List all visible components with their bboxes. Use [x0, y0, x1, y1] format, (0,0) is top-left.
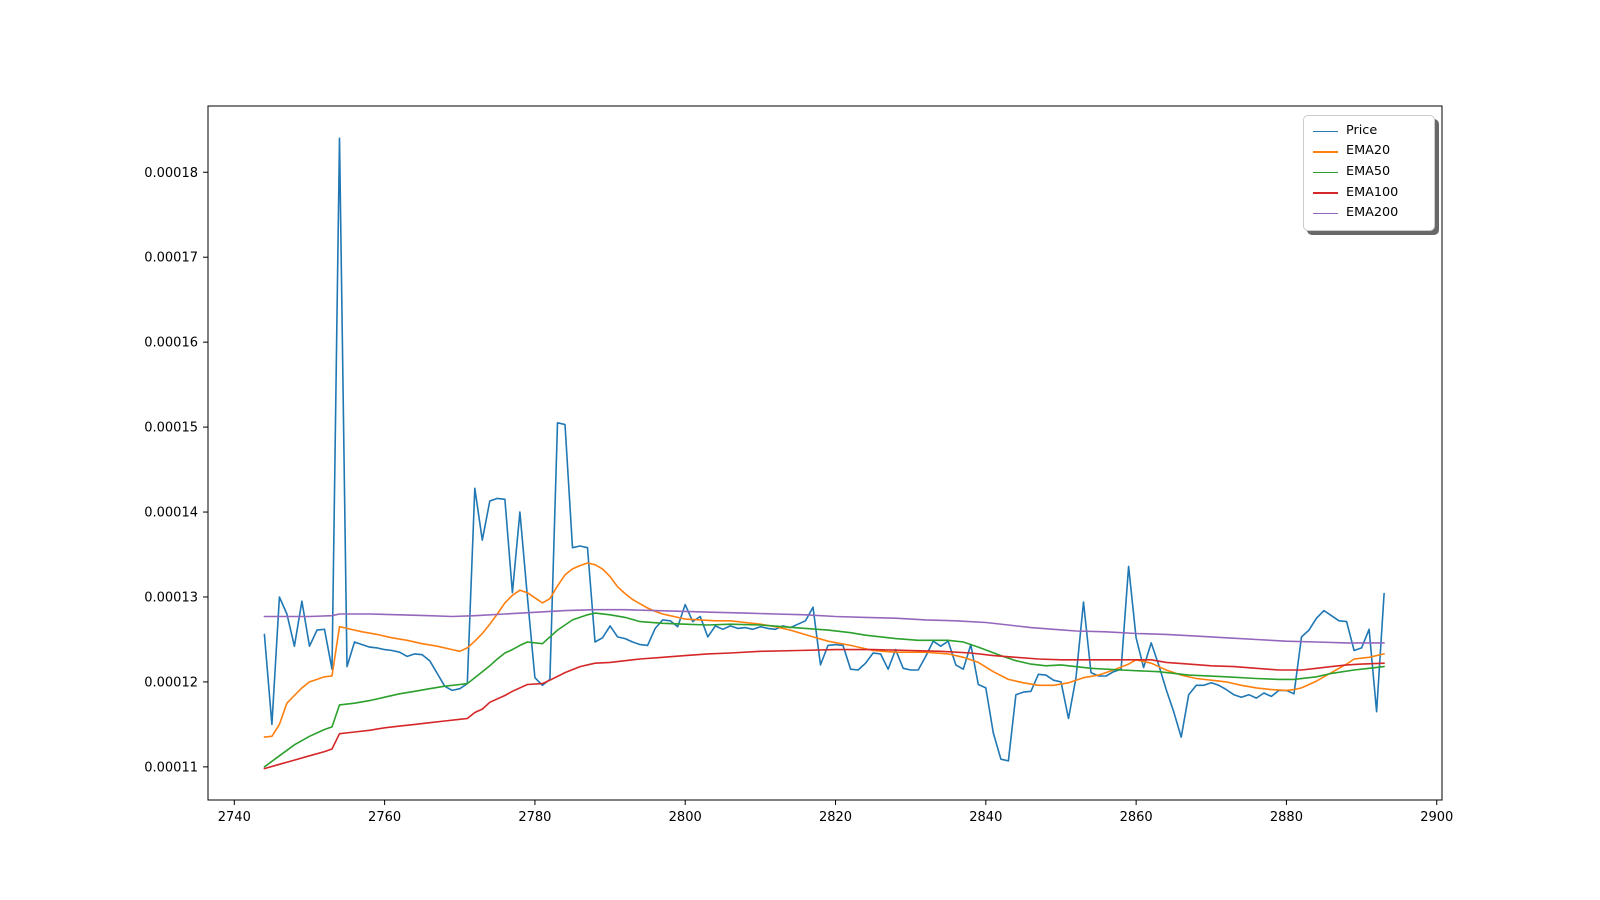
y-tick-label: 0.00017 [144, 251, 198, 266]
legend-swatch-ema100 [1313, 192, 1338, 194]
y-tick-label: 0.00011 [144, 760, 198, 775]
legend-item-ema200: EMA200 [1313, 203, 1426, 224]
legend-label-ema50: EMA50 [1346, 164, 1391, 180]
legend-label-ema100: EMA100 [1346, 184, 1399, 200]
x-tick-label: 2840 [969, 810, 1002, 825]
x-tick-label: 2800 [669, 810, 702, 825]
figure: 2740 2760 2780 2800 2820 2840 2860 2880 2900 0.00… [0, 0, 1600, 900]
x-tick-label: 2900 [1420, 810, 1453, 825]
x-tick-label: 2820 [819, 810, 852, 825]
y-tick-label: 0.00016 [144, 336, 198, 351]
series-line-ema100 [263, 648, 1385, 770]
y-tick-label: 0.00013 [144, 590, 198, 605]
x-tick-label: 2780 [518, 810, 551, 825]
x-tick-label: 2760 [368, 810, 401, 825]
legend: Price EMA20 EMA50 EMA100 EMA200 [1303, 115, 1435, 231]
series-line-price [263, 137, 1385, 762]
series-line-ema50 [263, 612, 1385, 768]
x-tick-label: 2880 [1270, 810, 1303, 825]
x-tick-label: 2740 [218, 810, 251, 825]
legend-label-ema20: EMA20 [1346, 143, 1391, 159]
legend-item-ema100: EMA100 [1313, 183, 1426, 204]
legend-item-price: Price [1313, 121, 1426, 142]
legend-item-ema50: EMA50 [1313, 162, 1426, 183]
legend-label-ema200: EMA200 [1346, 205, 1399, 221]
y-tick-label: 0.00015 [144, 421, 198, 436]
y-tick-label: 0.00018 [144, 166, 198, 181]
y-tick-label: 0.00014 [144, 506, 198, 521]
y-tick-label: 0.00012 [144, 675, 198, 690]
legend-swatch-ema50 [1313, 171, 1338, 174]
legend-swatch-ema200 [1313, 212, 1338, 215]
series-line-ema200 [263, 608, 1385, 644]
legend-item-ema20: EMA20 [1313, 142, 1426, 163]
legend-label-price: Price [1346, 122, 1378, 138]
legend-swatch-price [1313, 130, 1338, 133]
legend-swatch-ema20 [1313, 151, 1338, 153]
x-tick-label: 2860 [1120, 810, 1153, 825]
